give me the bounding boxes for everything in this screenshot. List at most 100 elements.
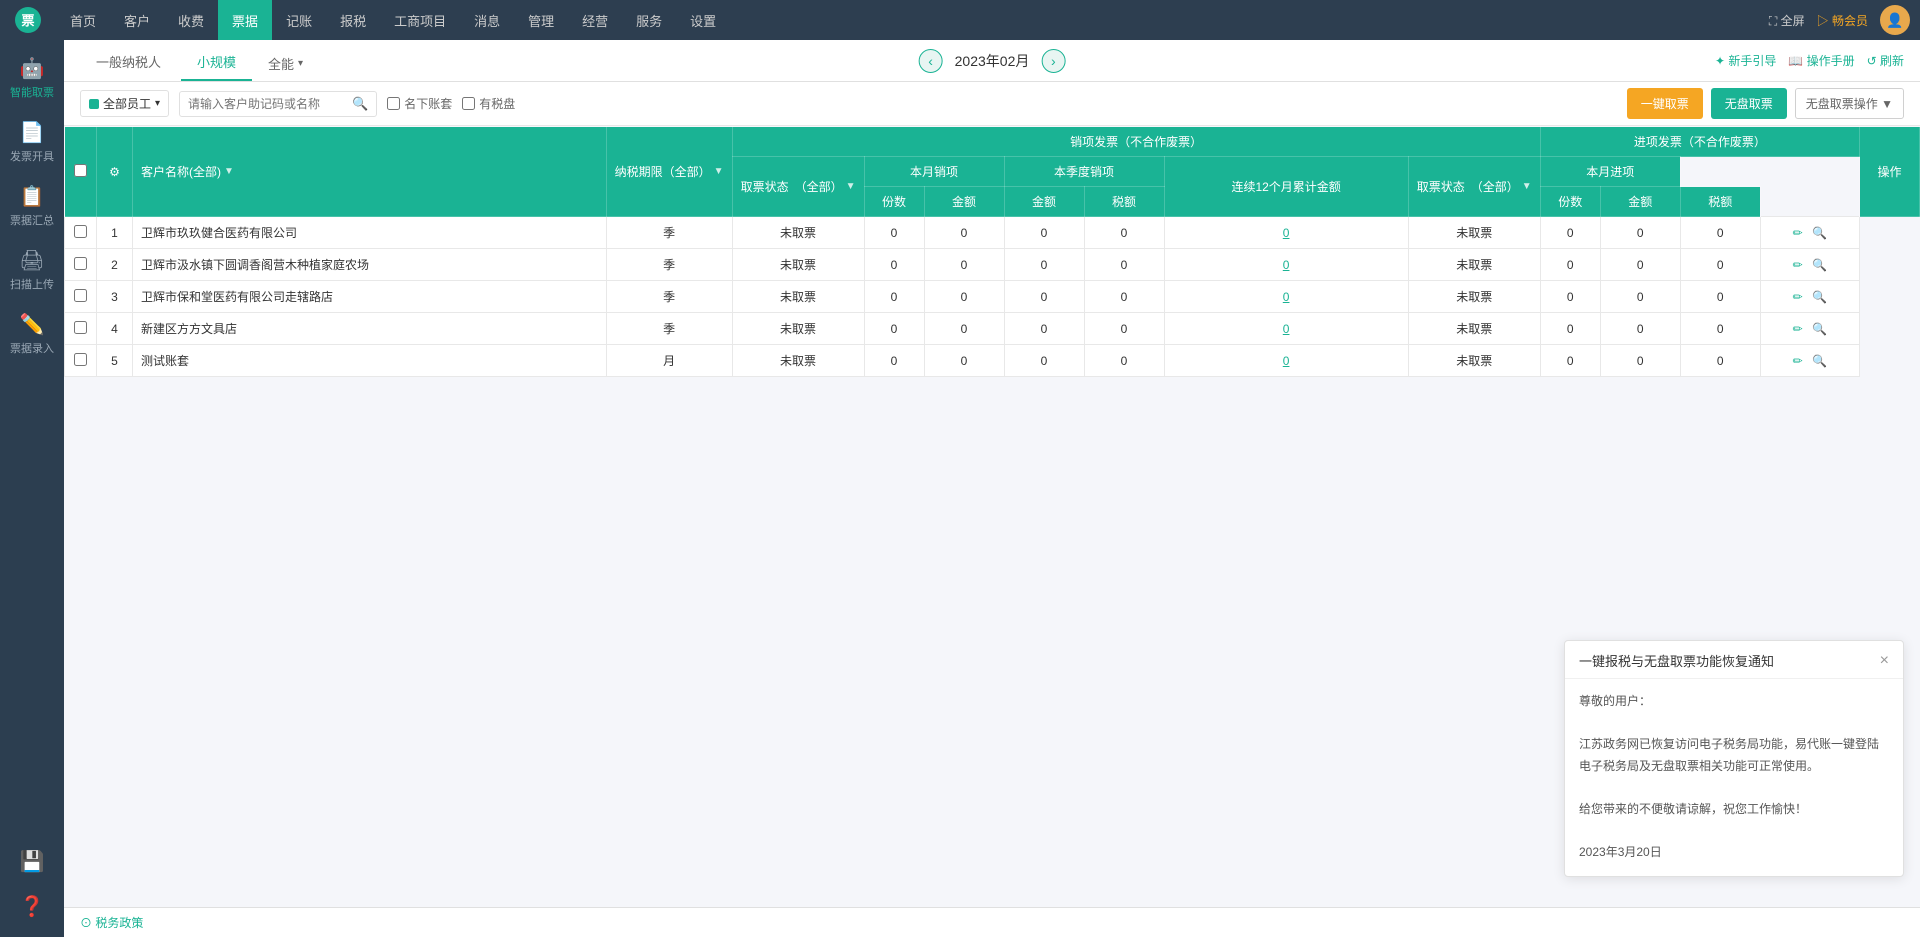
- view-icon[interactable]: 🔍: [1812, 354, 1827, 368]
- period-nav: ‹ 2023年02月 ›: [919, 49, 1066, 73]
- tab-all[interactable]: 全能 ▾: [256, 46, 315, 81]
- sidebar-label-open: 发票开具: [10, 148, 54, 164]
- sidebar-label-entry: 票据录入: [10, 340, 54, 356]
- cell-sales-status: 未取票: [732, 313, 864, 345]
- select-all-checkbox[interactable]: [74, 164, 87, 177]
- nav-home[interactable]: 首页: [56, 0, 110, 40]
- nav-message[interactable]: 消息: [460, 0, 514, 40]
- cell-purchase-monthly-tax: 0: [1680, 281, 1760, 313]
- smart-invoice-icon: 🤖: [20, 56, 45, 81]
- edit-icon[interactable]: ✏: [1793, 322, 1803, 336]
- tax-period-filter-icon[interactable]: ▼: [714, 166, 724, 177]
- sales-yearly-link[interactable]: 0: [1283, 322, 1290, 336]
- nav-items: 首页 客户 收费 票据 记账 报税 工商项目 消息 管理 经营 服务 设置: [56, 0, 1769, 40]
- nav-fee[interactable]: 收费: [164, 0, 218, 40]
- nav-settings[interactable]: 设置: [676, 0, 730, 40]
- sidebar-item-help[interactable]: ❓: [2, 886, 62, 927]
- tab-small[interactable]: 小规模: [181, 44, 252, 81]
- view-icon[interactable]: 🔍: [1812, 322, 1827, 336]
- th-select: [65, 127, 97, 217]
- cell-sales-status: 未取票: [732, 249, 864, 281]
- sidebar-item-smart-invoice[interactable]: 🤖 智能取票: [2, 48, 62, 108]
- tab-general[interactable]: 一般纳税人: [80, 44, 177, 81]
- client-filter-icon[interactable]: ▼: [224, 166, 234, 177]
- cell-num: 2: [97, 249, 133, 281]
- cell-check: [65, 281, 97, 313]
- cell-sales-monthly-amount: 0: [924, 345, 1004, 377]
- edit-icon[interactable]: ✏: [1793, 226, 1803, 240]
- th-operations: 操作: [1860, 127, 1920, 217]
- checkbox-tax-disk[interactable]: 有税盘: [462, 95, 515, 112]
- cell-purchase-status: 未取票: [1408, 281, 1540, 313]
- edit-icon[interactable]: ✏: [1793, 354, 1803, 368]
- sidebar-item-invoice-entry[interactable]: ✏️ 票据录入: [2, 304, 62, 364]
- nav-bookkeep[interactable]: 记账: [272, 0, 326, 40]
- row-checkbox[interactable]: [74, 321, 87, 334]
- sidebar-item-invoice-open[interactable]: 📄 发票开具: [2, 112, 62, 172]
- nav-tax[interactable]: 报税: [326, 0, 380, 40]
- nav-invoice[interactable]: 票据: [218, 0, 272, 40]
- period-prev-btn[interactable]: ‹: [919, 49, 943, 73]
- scan-icon: 🖨: [19, 248, 44, 273]
- fullscreen-btn[interactable]: ⛶ 全屏: [1769, 12, 1805, 29]
- table-row: 2 卫辉市汲水镇下圆调香阁营木种植家庭农场 季 未取票 0 0 0 0 0 未取…: [65, 249, 1920, 281]
- period-next-btn[interactable]: ›: [1041, 49, 1065, 73]
- cell-purchase-monthly-amount: 0: [1600, 281, 1680, 313]
- sales-yearly-link[interactable]: 0: [1283, 258, 1290, 272]
- view-icon[interactable]: 🔍: [1812, 258, 1827, 272]
- employee-select[interactable]: 全部员工 ▾: [80, 90, 169, 117]
- th-sales-monthly-amount: 金额: [924, 187, 1004, 217]
- nav-service[interactable]: 服务: [622, 0, 676, 40]
- cell-sales-qtr-tax: 0: [1084, 281, 1164, 313]
- one-click-invoice-btn[interactable]: 一键取票: [1627, 88, 1703, 119]
- cell-sales-qtr-amount: 0: [1004, 313, 1084, 345]
- new-guide-btn[interactable]: ✦ 新手引导: [1715, 52, 1776, 69]
- nav-right: ⛶ 全屏 ▷ 畅会员 👤: [1769, 5, 1910, 35]
- nav-business[interactable]: 工商项目: [380, 0, 460, 40]
- member-btn[interactable]: ▷ 畅会员: [1817, 12, 1868, 29]
- tax-disk-checkbox[interactable]: [462, 97, 475, 110]
- row-checkbox[interactable]: [74, 289, 87, 302]
- view-icon[interactable]: 🔍: [1812, 290, 1827, 304]
- row-checkbox[interactable]: [74, 225, 87, 238]
- cell-sales-qtr-amount: 0: [1004, 217, 1084, 249]
- cell-purchase-monthly-tax: 0: [1680, 313, 1760, 345]
- cell-sales-yearly: 0: [1164, 281, 1408, 313]
- user-avatar[interactable]: 👤: [1880, 5, 1910, 35]
- sales-yearly-link[interactable]: 0: [1283, 290, 1290, 304]
- checkbox-named-accounts[interactable]: 名下账套: [387, 95, 452, 112]
- nav-client[interactable]: 客户: [110, 0, 164, 40]
- search-icon[interactable]: 🔍: [352, 96, 368, 112]
- edit-icon[interactable]: ✏: [1793, 258, 1803, 272]
- row-checkbox[interactable]: [74, 257, 87, 270]
- sidebar-label-summary: 票据汇总: [10, 212, 54, 228]
- manual-btn[interactable]: 📖 操作手册: [1788, 52, 1854, 69]
- table-row: 1 卫辉市玖玖健合医药有限公司 季 未取票 0 0 0 0 0 未取票 0 0 …: [65, 217, 1920, 249]
- settings-icon[interactable]: ⚙: [109, 165, 120, 179]
- notif-close-btn[interactable]: ×: [1880, 652, 1889, 670]
- row-checkbox[interactable]: [74, 353, 87, 366]
- no-disk-ops-btn[interactable]: 无盘取票操作 ▼: [1795, 88, 1904, 119]
- cell-name: 新建区方方文具店: [133, 313, 607, 345]
- view-icon[interactable]: 🔍: [1812, 226, 1827, 240]
- nav-manage[interactable]: 管理: [514, 0, 568, 40]
- sidebar-item-scan[interactable]: 🖨 扫描上传: [2, 240, 62, 300]
- sales-yearly-link[interactable]: 0: [1283, 354, 1290, 368]
- refresh-btn[interactable]: ↺ 刷新: [1867, 52, 1904, 69]
- cell-sales-monthly-amount: 0: [924, 249, 1004, 281]
- purchase-status-filter-icon[interactable]: ▼: [1522, 181, 1532, 192]
- period-label: 2023年02月: [955, 51, 1030, 71]
- sidebar-item-download[interactable]: 💾: [2, 841, 62, 882]
- edit-icon[interactable]: ✏: [1793, 290, 1803, 304]
- sidebar-item-invoice-summary[interactable]: 📋 票据汇总: [2, 176, 62, 236]
- cell-purchase-status: 未取票: [1408, 313, 1540, 345]
- cell-sales-qtr-tax: 0: [1084, 313, 1164, 345]
- named-accounts-checkbox[interactable]: [387, 97, 400, 110]
- cell-purchase-monthly-amount: 0: [1600, 217, 1680, 249]
- search-input[interactable]: [188, 97, 348, 111]
- nav-business2[interactable]: 经营: [568, 0, 622, 40]
- tax-policy-link[interactable]: ⊙ 税务政策: [80, 914, 143, 931]
- no-disk-invoice-btn[interactable]: 无盘取票: [1711, 88, 1787, 119]
- sales-yearly-link[interactable]: 0: [1283, 226, 1290, 240]
- sales-status-filter-icon[interactable]: ▼: [846, 181, 856, 192]
